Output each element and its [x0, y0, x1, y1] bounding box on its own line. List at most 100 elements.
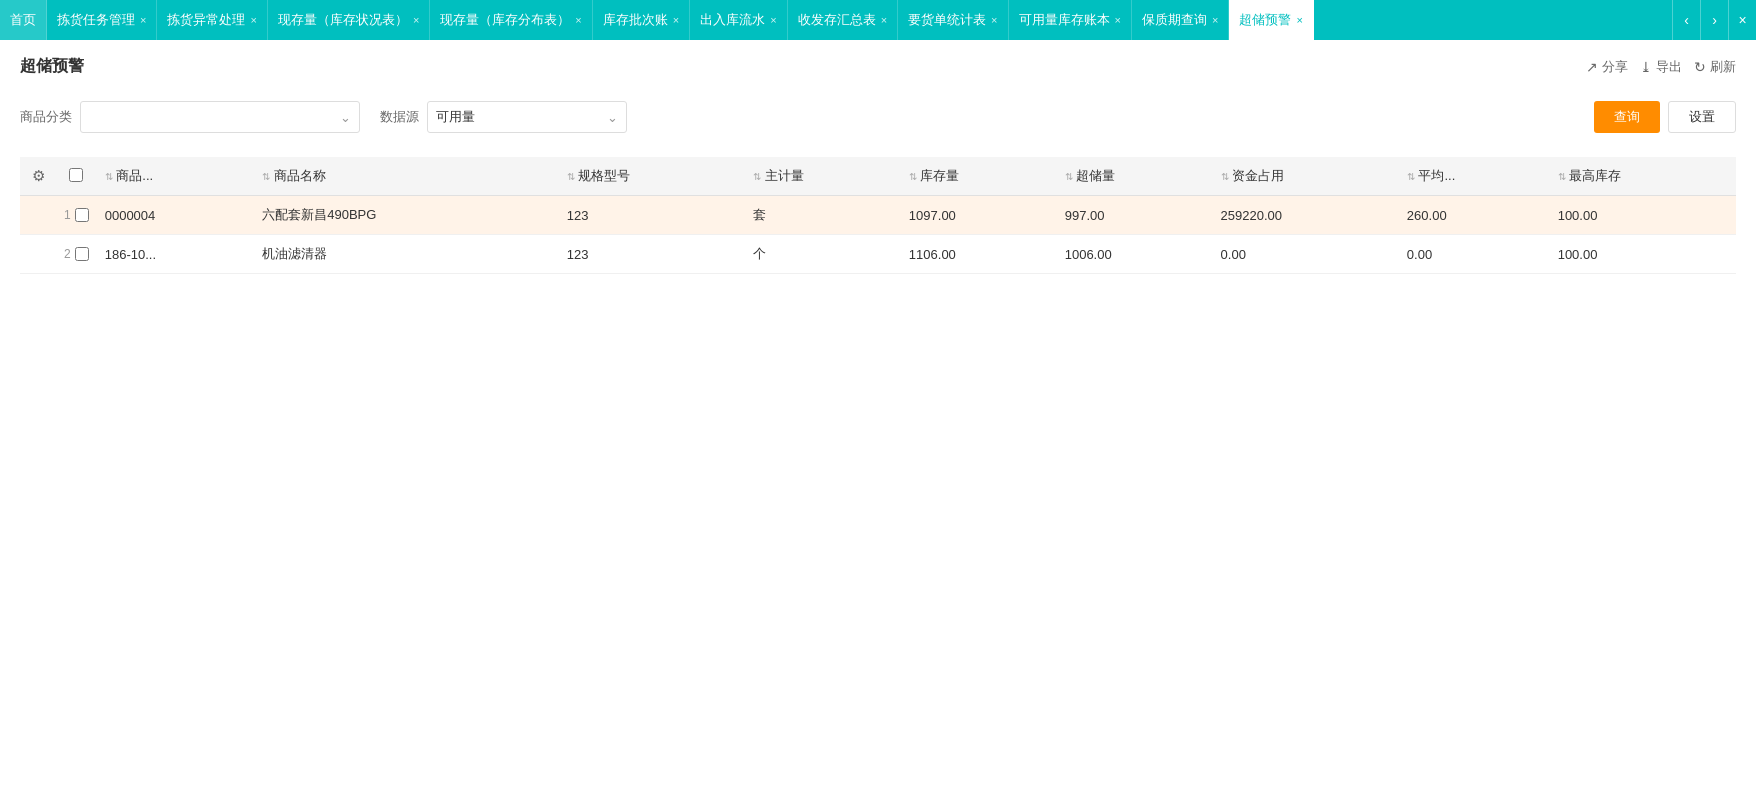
col-settings-header: ⚙: [20, 157, 56, 196]
datasource-chevron-icon: ⌄: [607, 110, 618, 125]
col-avg-header: ⇅ 平均...: [1399, 157, 1550, 196]
col-capital-label: 资金占用: [1232, 168, 1284, 183]
select-all-checkbox[interactable]: [69, 168, 83, 182]
nav-label-summary: 收发存汇总表: [798, 11, 876, 29]
col-spec-header: ⇅ 规格型号: [559, 157, 745, 196]
page-header: 超储预警 ↗ 分享 ⤓ 导出 ↻ 刷新: [20, 56, 1736, 77]
col-name-label: 商品名称: [274, 168, 326, 183]
export-button[interactable]: ⤓ 导出: [1640, 58, 1682, 76]
nav-label-available: 可用量库存账本: [1019, 11, 1110, 29]
sort-icon-overstock: ⇅: [1065, 171, 1073, 182]
col-maxstock-header: ⇅ 最高库存: [1550, 157, 1736, 196]
nav-item-quality[interactable]: 保质期查询 ×: [1132, 0, 1229, 40]
sort-icon-maxstock: ⇅: [1558, 171, 1566, 182]
row-maxstock: 100.00: [1550, 235, 1736, 274]
datasource-label: 数据源: [380, 108, 419, 126]
col-overstock-header: ⇅ 超储量: [1057, 157, 1213, 196]
refresh-button[interactable]: ↻ 刷新: [1694, 58, 1736, 76]
row-unit: 个: [745, 235, 901, 274]
row-index: 2: [64, 247, 71, 261]
row-checkbox[interactable]: [75, 247, 89, 261]
nav-item-task[interactable]: 拣货任务管理 ×: [47, 0, 157, 40]
share-button[interactable]: ↗ 分享: [1586, 58, 1628, 76]
row-maxstock: 100.00: [1550, 196, 1736, 235]
datasource-select[interactable]: 可用量 ⌄: [427, 101, 627, 133]
col-name-header: ⇅ 商品名称: [254, 157, 559, 196]
nav-close-all[interactable]: ×: [1728, 0, 1756, 40]
row-checkbox[interactable]: [75, 208, 89, 222]
sort-icon-spec: ⇅: [567, 171, 575, 182]
row-unit: 套: [745, 196, 901, 235]
row-check: 1: [56, 196, 97, 235]
col-code-header: ⇅ 商品...: [97, 157, 255, 196]
table-row: 2 186-10... 机油滤清器 123 个 1106.00 1006.00 …: [20, 235, 1736, 274]
table-settings-icon[interactable]: ⚙: [32, 167, 45, 184]
col-stock-header: ⇅ 库存量: [901, 157, 1057, 196]
row-code: 186-10...: [97, 235, 255, 274]
nav-item-batch[interactable]: 库存批次账 ×: [593, 0, 690, 40]
refresh-label: 刷新: [1710, 58, 1736, 76]
nav-label-flow: 出入库流水: [700, 11, 765, 29]
nav-label-overstock: 超储预警: [1239, 11, 1291, 29]
nav-close-quality[interactable]: ×: [1212, 14, 1218, 26]
page-content: 超储预警 ↗ 分享 ⤓ 导出 ↻ 刷新 商品分类 ⌄ 数据源: [0, 40, 1756, 800]
nav-arrows: ‹ › ×: [1672, 0, 1756, 40]
sort-icon-stock: ⇅: [909, 171, 917, 182]
query-button[interactable]: 查询: [1594, 101, 1660, 133]
nav-close-flow[interactable]: ×: [770, 14, 776, 26]
nav-item-available[interactable]: 可用量库存账本 ×: [1009, 0, 1132, 40]
nav-close-available[interactable]: ×: [1115, 14, 1121, 26]
sort-icon-avg: ⇅: [1407, 171, 1415, 182]
col-capital-header: ⇅ 资金占用: [1213, 157, 1399, 196]
row-settings: [20, 196, 56, 235]
row-spec: 123: [559, 196, 745, 235]
col-unit-label: 主计量: [765, 168, 804, 183]
sort-icon-unit: ⇅: [753, 171, 761, 182]
export-label: 导出: [1656, 58, 1682, 76]
row-settings: [20, 235, 56, 274]
nav-label-quality: 保质期查询: [1142, 11, 1207, 29]
nav-item-overstock[interactable]: 超储预警 ×: [1229, 0, 1313, 40]
nav-close-stock-dist[interactable]: ×: [575, 14, 581, 26]
nav-arrow-left[interactable]: ‹: [1672, 0, 1700, 40]
col-unit-header: ⇅ 主计量: [745, 157, 901, 196]
nav-close-batch[interactable]: ×: [673, 14, 679, 26]
nav-close-task[interactable]: ×: [140, 14, 146, 26]
top-navigation: 首页 拣货任务管理 × 拣货异常处理 × 现存量（库存状况表） × 现存量（库存…: [0, 0, 1756, 40]
nav-arrow-right[interactable]: ›: [1700, 0, 1728, 40]
category-filter-group: 商品分类 ⌄: [20, 101, 360, 133]
nav-item-home[interactable]: 首页: [0, 0, 47, 40]
nav-close-stock-status[interactable]: ×: [413, 14, 419, 26]
nav-item-summary[interactable]: 收发存汇总表 ×: [788, 0, 898, 40]
nav-close-abnormal[interactable]: ×: [250, 14, 256, 26]
nav-close-summary[interactable]: ×: [881, 14, 887, 26]
category-select[interactable]: ⌄: [80, 101, 360, 133]
header-actions: ↗ 分享 ⤓ 导出 ↻ 刷新: [1586, 58, 1736, 76]
nav-label-batch: 库存批次账: [603, 11, 668, 29]
nav-label-order-stats: 要货单统计表: [908, 11, 986, 29]
filter-actions: 查询 设置: [1594, 101, 1736, 133]
row-index: 1: [64, 208, 71, 222]
table-row: 1 0000004 六配套新昌490BPG 123 套 1097.00 997.…: [20, 196, 1736, 235]
nav-label-stock-status: 现存量（库存状况表）: [278, 11, 408, 29]
settings-button[interactable]: 设置: [1668, 101, 1736, 133]
nav-close-overstock[interactable]: ×: [1296, 14, 1302, 26]
row-avg: 0.00: [1399, 235, 1550, 274]
sort-icon-capital: ⇅: [1221, 171, 1229, 182]
col-check-header: [56, 157, 97, 196]
export-icon: ⤓: [1640, 59, 1652, 75]
sort-icon-name: ⇅: [262, 171, 270, 182]
row-stock: 1106.00: [901, 235, 1057, 274]
nav-item-stock-dist[interactable]: 现存量（库存分布表） ×: [430, 0, 592, 40]
row-capital: 0.00: [1213, 235, 1399, 274]
nav-item-order-stats[interactable]: 要货单统计表 ×: [898, 0, 1008, 40]
nav-item-flow[interactable]: 出入库流水 ×: [690, 0, 787, 40]
page-title: 超储预警: [20, 56, 84, 77]
share-icon: ↗: [1586, 59, 1598, 75]
row-name: 机油滤清器: [254, 235, 559, 274]
row-overstock: 997.00: [1057, 196, 1213, 235]
nav-item-stock-status[interactable]: 现存量（库存状况表） ×: [268, 0, 430, 40]
nav-close-order-stats[interactable]: ×: [991, 14, 997, 26]
nav-item-abnormal[interactable]: 拣货异常处理 ×: [157, 0, 267, 40]
row-overstock: 1006.00: [1057, 235, 1213, 274]
